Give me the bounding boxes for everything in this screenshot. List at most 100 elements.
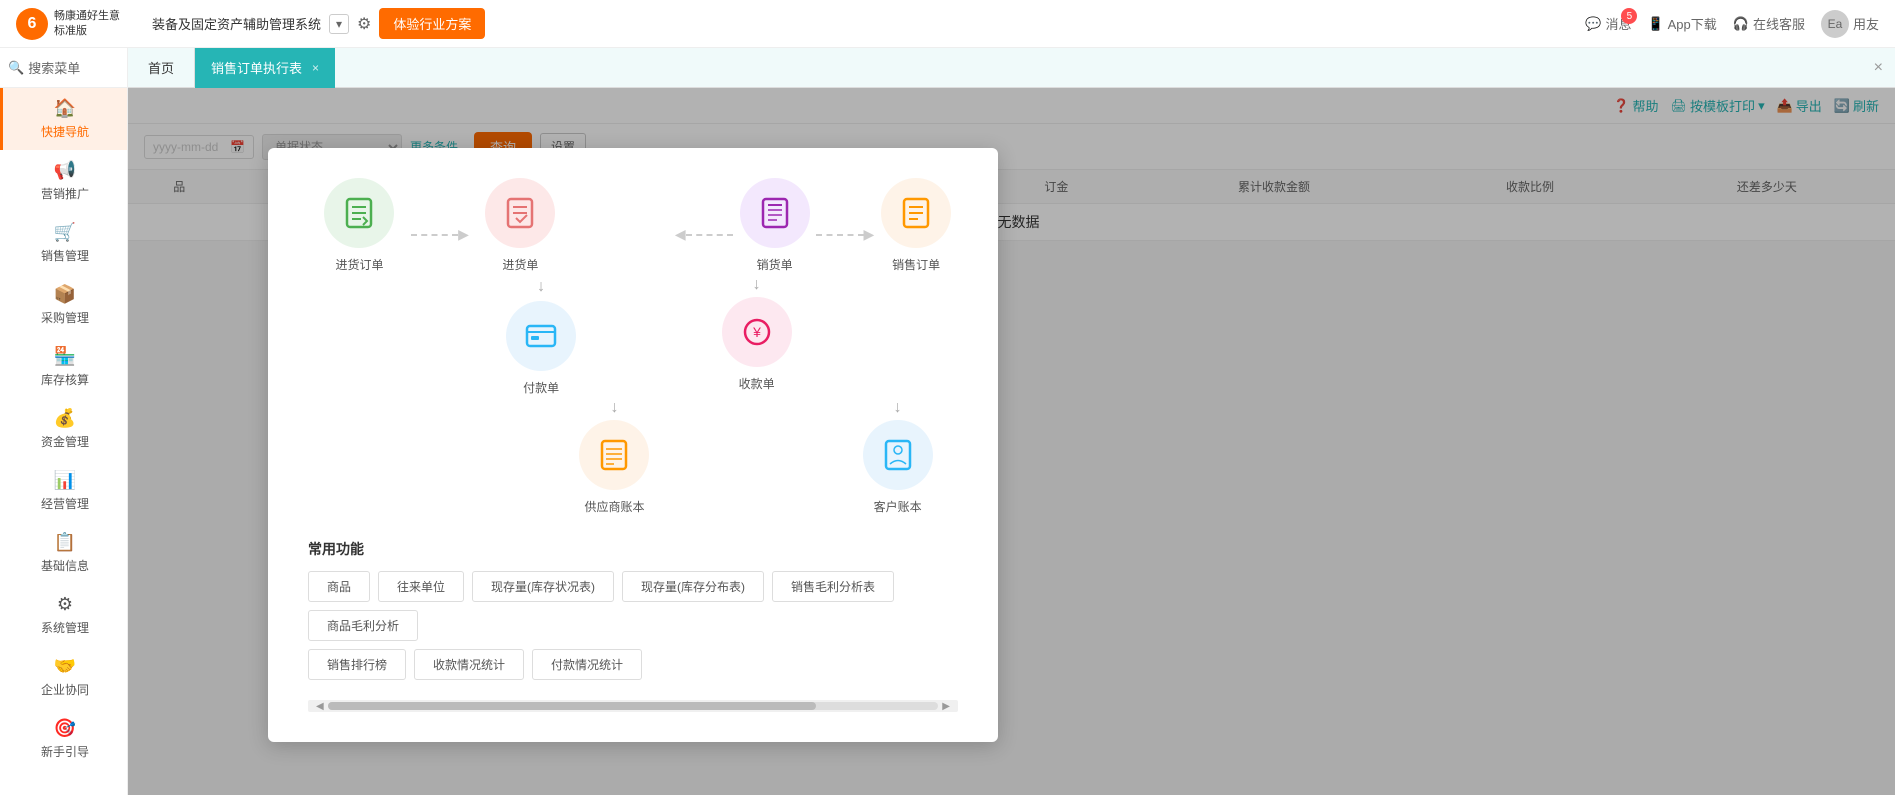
basic-info-icon: 📋 [54, 532, 76, 553]
sales-bill-circle [740, 178, 810, 248]
sidebar-item-guide[interactable]: 🎯 新手引导 [0, 708, 127, 770]
tab-sales-order[interactable]: 销售订单执行表 × [195, 48, 335, 88]
sidebar-search[interactable]: 🔍 搜索菜单 [0, 48, 127, 88]
tab-home[interactable]: 首页 [128, 48, 195, 88]
purchase-order-label: 进货订单 [335, 256, 383, 273]
node-purchase-order[interactable]: 进货订单 [308, 178, 411, 273]
node-sales-order[interactable]: 销售订单 [874, 178, 958, 273]
receipt-circle[interactable]: ¥ [722, 297, 792, 367]
sidebar-item-system[interactable]: ⚙ 系统管理 [0, 584, 127, 646]
func-buttons-row2: 销售排行榜 收款情况统计 付款情况统计 [308, 649, 958, 680]
search-icon: 🔍 [8, 60, 24, 76]
customer-ledger-circle[interactable] [863, 420, 933, 490]
operations-icon: 📊 [54, 470, 76, 491]
sidebar-item-operations[interactable]: 📊 经营管理 [0, 460, 127, 522]
arrow-purchase-to-bill: ▶ [411, 226, 469, 273]
func-btn-product[interactable]: 商品 [308, 571, 370, 602]
inventory-icon: 🏪 [54, 346, 76, 367]
flow-row-1: 进货订单 ▶ [308, 178, 958, 273]
customer-ledger-label: 客户账本 [874, 498, 922, 515]
scroll-bar[interactable]: ◀ ▶ [308, 700, 958, 712]
flow-row-3: ↓ 供应商账本 ↓ [308, 400, 958, 515]
modal-box: 进货订单 ▶ [268, 148, 998, 742]
supplier-ledger-label: 供应商账本 [584, 498, 644, 515]
settings-gear-icon[interactable]: ⚙ [357, 14, 371, 34]
func-btn-partner[interactable]: 往来单位 [378, 571, 464, 602]
sidebar-item-sales[interactable]: 🛒 销售管理 [0, 212, 127, 274]
receipt-label: 收款单 [739, 375, 775, 392]
func-btn-receipt-stats[interactable]: 收款情况统计 [414, 649, 524, 680]
supplier-ledger-col: ↓ 供应商账本 [540, 400, 689, 515]
sales-order-label: 销售订单 [892, 256, 940, 273]
tab-bar: 首页 销售订单执行表 × × [128, 48, 1895, 88]
sales-order-circle [881, 178, 951, 248]
scroll-left-icon[interactable]: ◀ [312, 701, 328, 712]
svg-text:¥: ¥ [752, 324, 761, 340]
arrow-sales-order-to-bill: ◀ [675, 226, 733, 273]
purchase-order-circle [324, 178, 394, 248]
page-content: ❓ 帮助 🖨 按模板打印 ▾ 📤 导出 🔄 刷新 [128, 88, 1895, 795]
top-bar: 6 畅康通好生意 标准版 装备及固定资产辅助管理系统 ▾ ⚙ 体验行业方案 💬 … [0, 0, 1895, 48]
payment-label: 付款单 [523, 379, 559, 396]
flow-row-2: ↓ 付款单 ↓ [308, 277, 958, 396]
system-name: 装备及固定资产辅助管理系统 [152, 14, 321, 33]
scroll-right-icon[interactable]: ▶ [938, 701, 954, 712]
receipt-col: ↓ ¥ 收款单 [711, 277, 803, 396]
customer-ledger-col: ↓ 客户账本 [837, 400, 958, 515]
scroll-thumb [328, 702, 816, 710]
top-bar-left: 6 畅康通好生意 标准版 装备及固定资产辅助管理系统 ▾ ⚙ 体验行业方案 [16, 8, 485, 40]
common-func-title: 常用功能 [308, 539, 958, 559]
func-btn-stock-dist[interactable]: 现存量(库存分布表) [622, 571, 764, 602]
tab-close-icon[interactable]: × [312, 61, 319, 75]
func-btn-payment-stats[interactable]: 付款情况统计 [532, 649, 642, 680]
sidebar-item-finance[interactable]: 💰 资金管理 [0, 398, 127, 460]
app-download-button[interactable]: 📱 App下载 [1647, 14, 1716, 33]
sidebar-item-enterprise[interactable]: 🤝 企业协同 [0, 646, 127, 708]
message-badge: 5 [1621, 8, 1637, 24]
sidebar-item-quick-nav[interactable]: 🏠 快捷导航 [0, 88, 127, 150]
window-close-button[interactable]: × [1874, 48, 1895, 88]
node-sales-bill[interactable]: 销货单 [733, 178, 817, 273]
sidebar-item-inventory[interactable]: 🏪 库存核算 [0, 336, 127, 398]
logo-text: 畅康通好生意 标准版 [54, 9, 120, 38]
sidebar-item-marketing[interactable]: 📢 营销推广 [0, 150, 127, 212]
supplier-ledger-circle[interactable] [579, 420, 649, 490]
common-functions: 常用功能 商品 往来单位 现存量(库存状况表) 现存量(库存分布表) 销售毛利分… [308, 539, 958, 680]
purchase-icon: 📦 [54, 284, 76, 305]
enterprise-icon: 🤝 [54, 656, 76, 677]
arrow-sales-bill-to-order: ▶ [816, 226, 874, 273]
phone-icon: 📱 [1647, 16, 1663, 32]
system-icon: ⚙ [57, 594, 73, 615]
user-menu[interactable]: Ea 用友 [1821, 10, 1879, 38]
top-bar-right: 💬 消息 5 📱 App下载 🎧 在线客服 Ea 用友 [1585, 10, 1879, 38]
down-arrow-customer: ↓ [894, 400, 902, 416]
func-btn-sales-rank[interactable]: 销售排行榜 [308, 649, 406, 680]
func-btn-sales-profit[interactable]: 销售毛利分析表 [772, 571, 894, 602]
system-dropdown[interactable]: ▾ [329, 14, 349, 34]
experience-button[interactable]: 体验行业方案 [379, 8, 485, 39]
payment-circle[interactable] [506, 301, 576, 371]
down-arrow-receipt: ↓ [753, 277, 761, 293]
logo-area: 6 畅康通好生意 标准版 [16, 8, 136, 40]
headset-icon: 🎧 [1733, 16, 1749, 32]
func-buttons-row1: 商品 往来单位 现存量(库存状况表) 现存量(库存分布表) 销售毛利分析表 商品… [308, 571, 958, 641]
sidebar-item-purchase[interactable]: 📦 采购管理 [0, 274, 127, 336]
purchase-bill-label: 进货单 [502, 256, 538, 273]
purchase-bill-circle [485, 178, 555, 248]
home-icon: 🏠 [54, 98, 76, 119]
down-arrow-supplier: ↓ [610, 400, 618, 416]
sidebar: 🔍 搜索菜单 🏠 快捷导航 📢 营销推广 🛒 销售管理 📦 采购管理 🏪 [0, 48, 128, 795]
content-area: 首页 销售订单执行表 × × ❓ 帮助 🖨 按模板打印 [128, 48, 1895, 795]
online-service-button[interactable]: 🎧 在线客服 [1733, 14, 1805, 33]
sales-bill-label: 销货单 [757, 256, 793, 273]
scroll-track [328, 702, 939, 710]
avatar: Ea [1821, 10, 1849, 38]
func-btn-product-profit[interactable]: 商品毛利分析 [308, 610, 418, 641]
modal-overlay[interactable]: 进货订单 ▶ [128, 88, 1895, 795]
func-btn-stock-status[interactable]: 现存量(库存状况表) [472, 571, 614, 602]
finance-icon: 💰 [54, 408, 76, 429]
node-purchase-bill[interactable]: 进货单 [469, 178, 572, 273]
message-button[interactable]: 💬 消息 5 [1585, 14, 1631, 33]
flow-diagram: 进货订单 ▶ [308, 178, 958, 515]
sidebar-item-basic-info[interactable]: 📋 基础信息 [0, 522, 127, 584]
